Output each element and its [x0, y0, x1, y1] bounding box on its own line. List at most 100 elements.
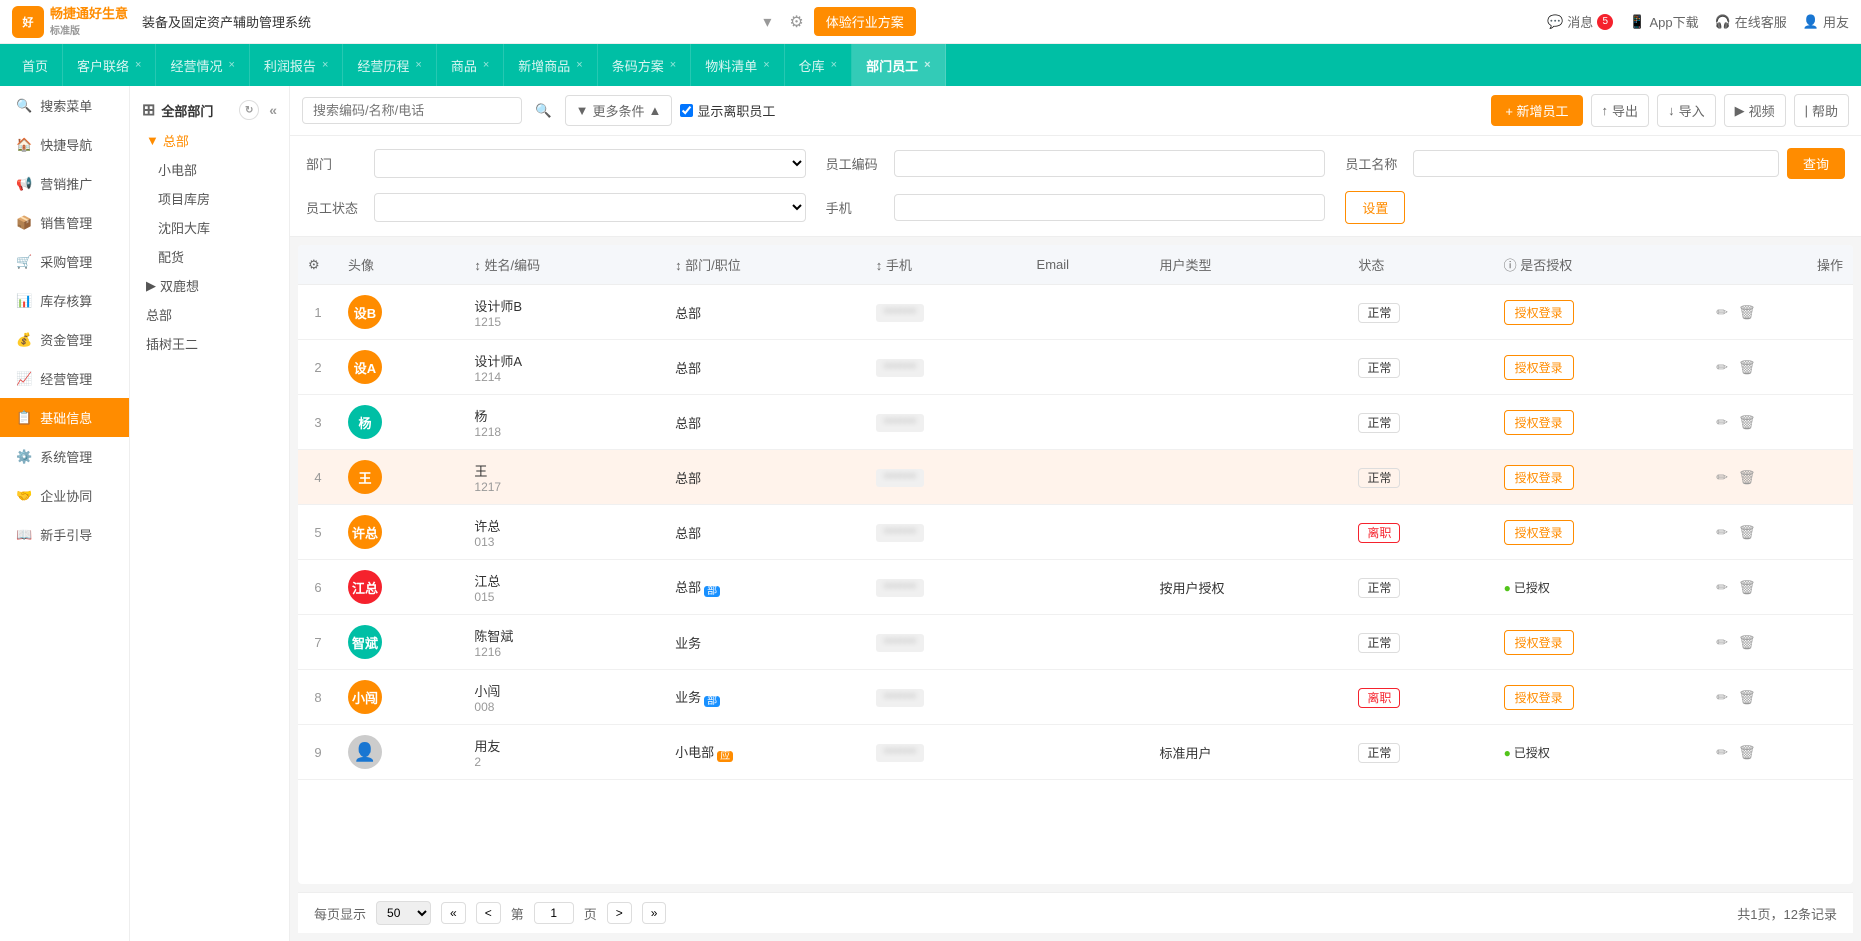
- auth-button[interactable]: 授权登录: [1504, 465, 1574, 490]
- close-icon[interactable]: ×: [670, 59, 676, 71]
- code-input[interactable]: [894, 150, 1326, 177]
- delete-button[interactable]: 🗑: [1736, 357, 1758, 378]
- online-service-action[interactable]: 🎧 在线客服: [1715, 12, 1787, 31]
- close-icon[interactable]: ×: [483, 59, 489, 71]
- settings-icon[interactable]: ⚙: [789, 12, 803, 32]
- delete-button[interactable]: 🗑: [1736, 302, 1758, 323]
- tab-customer[interactable]: 客户联络×: [63, 44, 156, 86]
- edit-button[interactable]: ✏: [1714, 632, 1730, 653]
- status-select[interactable]: [374, 193, 806, 222]
- dept-tree-general[interactable]: ▼ 总部: [130, 126, 289, 155]
- tab-barcode[interactable]: 条码方案×: [598, 44, 691, 86]
- dept-tree-project[interactable]: 项目库房: [130, 184, 289, 213]
- message-action[interactable]: 💬 消息 5: [1547, 12, 1613, 31]
- tab-home[interactable]: 首页: [8, 44, 63, 86]
- next-page-btn[interactable]: >: [607, 902, 632, 924]
- edit-button[interactable]: ✏: [1714, 687, 1730, 708]
- auth-button[interactable]: 授权登录: [1504, 355, 1574, 380]
- dept-tree-insert[interactable]: 插树王二: [130, 329, 289, 358]
- search-button[interactable]: 🔍: [530, 98, 557, 124]
- edit-button[interactable]: ✏: [1714, 302, 1730, 323]
- sidebar-item-inventory[interactable]: 📊 库存核算: [0, 281, 129, 320]
- delete-button[interactable]: 🗑: [1736, 687, 1758, 708]
- set-button[interactable]: 设置: [1345, 191, 1405, 224]
- sidebar-item-guide[interactable]: 📖 新手引导: [0, 515, 129, 554]
- edit-button[interactable]: ✏: [1714, 357, 1730, 378]
- tab-operation[interactable]: 经营情况×: [156, 44, 249, 86]
- show-resigned-checkbox[interactable]: [680, 104, 693, 117]
- view-button[interactable]: ▶ 视频: [1724, 94, 1786, 127]
- th-settings[interactable]: ⚙: [298, 245, 338, 285]
- close-icon[interactable]: ×: [322, 59, 328, 71]
- close-icon[interactable]: ×: [763, 59, 769, 71]
- sidebar-item-quick-nav[interactable]: 🏠 快捷导航: [0, 125, 129, 164]
- sidebar-item-marketing[interactable]: 📢 营销推广: [0, 164, 129, 203]
- show-resigned-label[interactable]: 显示离职员工: [680, 101, 775, 120]
- experience-button[interactable]: 体验行业方案: [814, 7, 916, 36]
- search-input[interactable]: [302, 97, 522, 124]
- close-icon[interactable]: ×: [135, 59, 141, 71]
- app-download-action[interactable]: 📱 App下载: [1629, 12, 1698, 31]
- first-page-btn[interactable]: «: [441, 902, 466, 924]
- delete-button[interactable]: 🗑: [1736, 522, 1758, 543]
- delete-button[interactable]: 🗑: [1736, 467, 1758, 488]
- tab-warehouse[interactable]: 仓库×: [785, 44, 852, 86]
- import-button[interactable]: ↓ 导入: [1657, 94, 1716, 127]
- tab-department[interactable]: 部门员工×: [852, 44, 945, 86]
- query-button[interactable]: 查询: [1787, 148, 1845, 179]
- delete-button[interactable]: 🗑: [1736, 577, 1758, 598]
- sidebar-item-finance[interactable]: 💰 资金管理: [0, 320, 129, 359]
- page-input[interactable]: [534, 902, 574, 924]
- dept-tree-shenyang[interactable]: 沈阳大库: [130, 213, 289, 242]
- sidebar-item-basic-info[interactable]: 📋 基础信息: [0, 398, 129, 437]
- phone-input[interactable]: [894, 194, 1326, 221]
- close-icon[interactable]: ×: [831, 59, 837, 71]
- sidebar-item-management[interactable]: 📈 经营管理: [0, 359, 129, 398]
- th-dept[interactable]: ↕ 部门/职位: [665, 245, 866, 285]
- delete-button[interactable]: 🗑: [1736, 412, 1758, 433]
- dept-tree-double-deer[interactable]: ▶ 双鹿想: [130, 271, 289, 300]
- export-button[interactable]: ↑ 导出: [1591, 94, 1650, 127]
- dropdown-icon[interactable]: ▾: [763, 12, 771, 32]
- dept-tree-general2[interactable]: 总部: [130, 300, 289, 329]
- th-phone[interactable]: ↕ 手机: [866, 245, 1027, 285]
- user-action[interactable]: 👤 用友: [1803, 12, 1849, 31]
- auth-button[interactable]: 授权登录: [1504, 300, 1574, 325]
- auth-button[interactable]: 授权登录: [1504, 410, 1574, 435]
- sidebar-item-system[interactable]: ⚙️ 系统管理: [0, 437, 129, 476]
- dept-collapse-icon[interactable]: «: [269, 102, 277, 118]
- prev-page-btn[interactable]: <: [476, 902, 501, 924]
- dept-select[interactable]: [374, 149, 806, 178]
- sidebar-item-enterprise[interactable]: 🤝 企业协同: [0, 476, 129, 515]
- auth-button[interactable]: 授权登录: [1504, 685, 1574, 710]
- tab-add-goods[interactable]: 新增商品×: [504, 44, 597, 86]
- close-icon[interactable]: ×: [415, 59, 421, 71]
- close-icon[interactable]: ×: [576, 59, 582, 71]
- close-icon[interactable]: ×: [228, 59, 234, 71]
- close-icon[interactable]: ×: [924, 59, 930, 71]
- tab-goods[interactable]: 商品×: [437, 44, 504, 86]
- help-button[interactable]: | 帮助: [1794, 94, 1849, 127]
- tab-profit[interactable]: 利润报告×: [250, 44, 343, 86]
- add-employee-button[interactable]: + 新增员工: [1491, 95, 1582, 126]
- dept-tree-small-elec[interactable]: 小电部: [130, 155, 289, 184]
- dept-refresh-icon[interactable]: ↻: [239, 100, 259, 120]
- edit-button[interactable]: ✏: [1714, 742, 1730, 763]
- delete-button[interactable]: 🗑: [1736, 742, 1758, 763]
- edit-button[interactable]: ✏: [1714, 467, 1730, 488]
- last-page-btn[interactable]: »: [642, 902, 667, 924]
- sidebar-item-sales[interactable]: 📦 销售管理: [0, 203, 129, 242]
- tab-history[interactable]: 经营历程×: [343, 44, 436, 86]
- name-input[interactable]: [1413, 150, 1779, 177]
- th-name[interactable]: ↕ 姓名/编码: [464, 245, 665, 285]
- auth-button[interactable]: 授权登录: [1504, 520, 1574, 545]
- auth-button[interactable]: 授权登录: [1504, 630, 1574, 655]
- per-page-select[interactable]: 50 20 100: [376, 901, 431, 925]
- tab-bom[interactable]: 物料清单×: [691, 44, 784, 86]
- delete-button[interactable]: 🗑: [1736, 632, 1758, 653]
- edit-button[interactable]: ✏: [1714, 522, 1730, 543]
- edit-button[interactable]: ✏: [1714, 412, 1730, 433]
- filter-more-button[interactable]: ▼ 更多条件 ▲: [565, 95, 673, 126]
- sidebar-item-search[interactable]: 🔍 搜索菜单: [0, 86, 129, 125]
- sidebar-item-purchase[interactable]: 🛒 采购管理: [0, 242, 129, 281]
